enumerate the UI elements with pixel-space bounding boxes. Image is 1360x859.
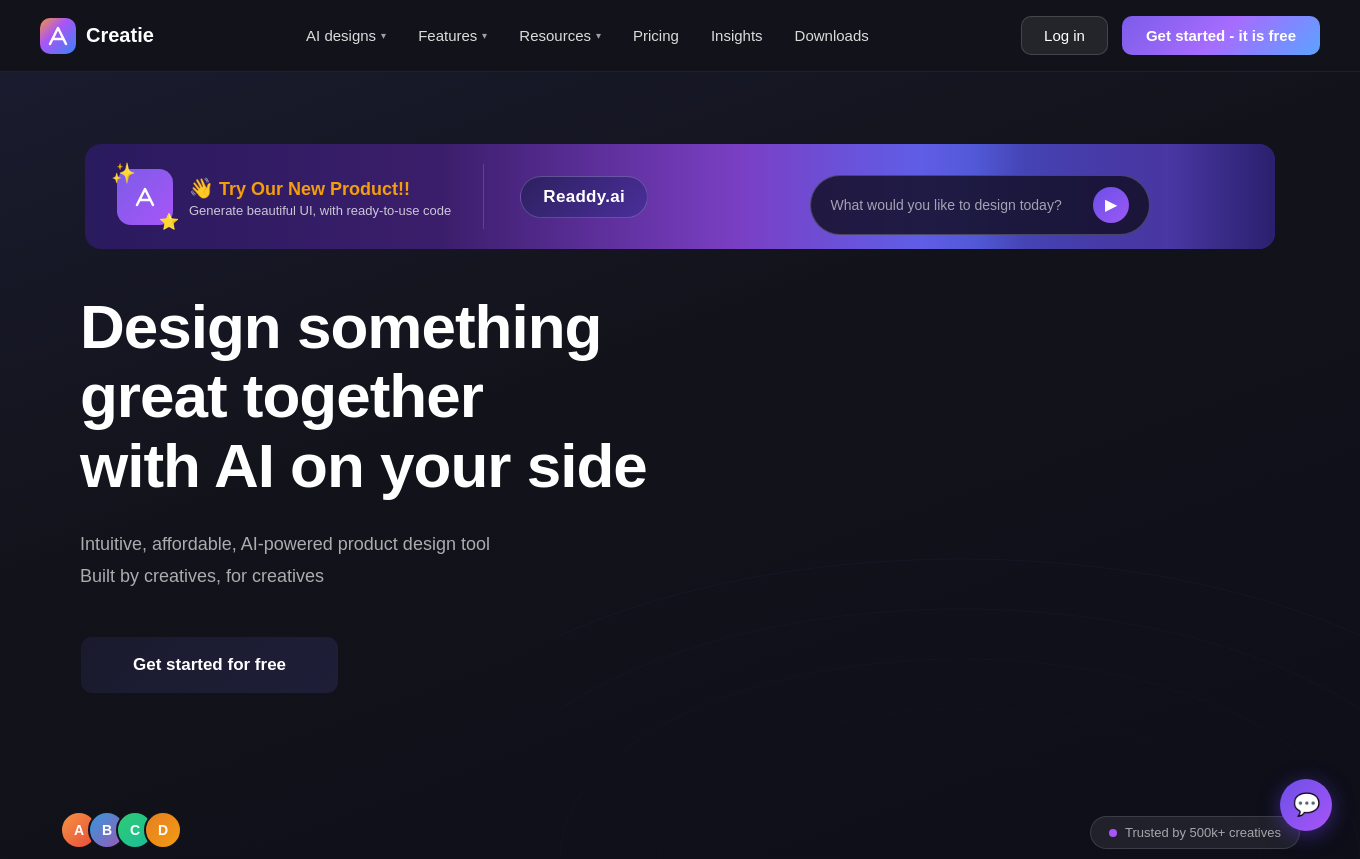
banner-badge-section: Readdy.ai: [484, 144, 684, 249]
chat-bubble-button[interactable]: 💬: [1280, 779, 1332, 831]
promo-banner[interactable]: ✨ ⭐ 👋 Try Our New Product!! Generate bea…: [85, 144, 1275, 249]
nav-actions: Log in Get started - it is free: [1021, 16, 1320, 55]
hero-sub2: Built by creatives, for creatives: [80, 562, 760, 592]
main-content: ✨ ⭐ 👋 Try Our New Product!! Generate bea…: [0, 72, 1360, 859]
banner-left-section: ✨ ⭐ 👋 Try Our New Product!! Generate bea…: [85, 144, 483, 249]
get-started-button[interactable]: Get started - it is free: [1122, 16, 1320, 55]
banner-preview: What would you like to design today? ▶: [684, 144, 1275, 249]
avatar-4: D: [144, 811, 182, 849]
banner-logo: ✨ ⭐: [117, 169, 173, 225]
banner-text: 👋 Try Our New Product!! Generate beautif…: [189, 176, 451, 218]
banner-subtitle: Generate beautiful UI, with ready-to-use…: [189, 203, 451, 218]
brand-name: Creatie: [86, 24, 154, 47]
star-decoration: ⭐: [159, 212, 179, 231]
spark-icon: [1109, 829, 1117, 837]
nav-pricing[interactable]: Pricing: [619, 19, 693, 52]
nav-ai-designs[interactable]: AI designs ▾: [292, 19, 400, 52]
nav-features[interactable]: Features ▾: [404, 19, 501, 52]
banner-product-icon: [129, 181, 161, 213]
readdy-badge[interactable]: Readdy.ai: [520, 176, 648, 218]
hero-headline: Design something great together with AI …: [80, 292, 760, 500]
avatar-3: C: [116, 811, 154, 849]
chevron-down-icon: ▾: [482, 30, 487, 41]
hero-sub1: Intuitive, affordable, AI-powered produc…: [80, 530, 760, 560]
nav-downloads[interactable]: Downloads: [781, 19, 883, 52]
banner-search-bar[interactable]: What would you like to design today? ▶: [810, 175, 1150, 235]
send-icon: ▶: [1105, 195, 1117, 214]
nav-links: AI designs ▾ Features ▾ Resources ▾ Pric…: [292, 19, 883, 52]
navbar: Creatie AI designs ▾ Features ▾ Resource…: [0, 0, 1360, 72]
hero-section: Design something great together with AI …: [80, 292, 760, 694]
avatar-1: A: [60, 811, 98, 849]
chat-icon: 💬: [1293, 792, 1320, 818]
banner-preview-inner: What would you like to design today? ▶: [684, 144, 1275, 249]
avatar-2: B: [88, 811, 126, 849]
svg-point-5: [760, 759, 1160, 859]
svg-rect-0: [40, 18, 76, 54]
banner-title: 👋 Try Our New Product!!: [189, 176, 451, 200]
svg-point-4: [660, 709, 1260, 859]
banner-send-button[interactable]: ▶: [1093, 187, 1129, 223]
trust-pill: Trusted by 500k+ creatives: [1090, 816, 1300, 849]
logo-icon: [40, 18, 76, 54]
nav-resources[interactable]: Resources ▾: [505, 19, 615, 52]
chevron-down-icon: ▾: [596, 30, 601, 41]
banner-star-icon: ✨: [111, 161, 136, 185]
brand-logo[interactable]: Creatie: [40, 18, 154, 54]
hero-subtext: Intuitive, affordable, AI-powered produc…: [80, 530, 760, 591]
hero-cta-button[interactable]: Get started for free: [80, 636, 339, 694]
login-button[interactable]: Log in: [1021, 16, 1108, 55]
nav-insights[interactable]: Insights: [697, 19, 777, 52]
avatar-group: A B C D: [60, 811, 182, 849]
bottom-teaser: A B C D Trusted by 500k+ creatives: [0, 779, 1360, 859]
wave-emoji: 👋: [189, 177, 214, 199]
chevron-down-icon: ▾: [381, 30, 386, 41]
